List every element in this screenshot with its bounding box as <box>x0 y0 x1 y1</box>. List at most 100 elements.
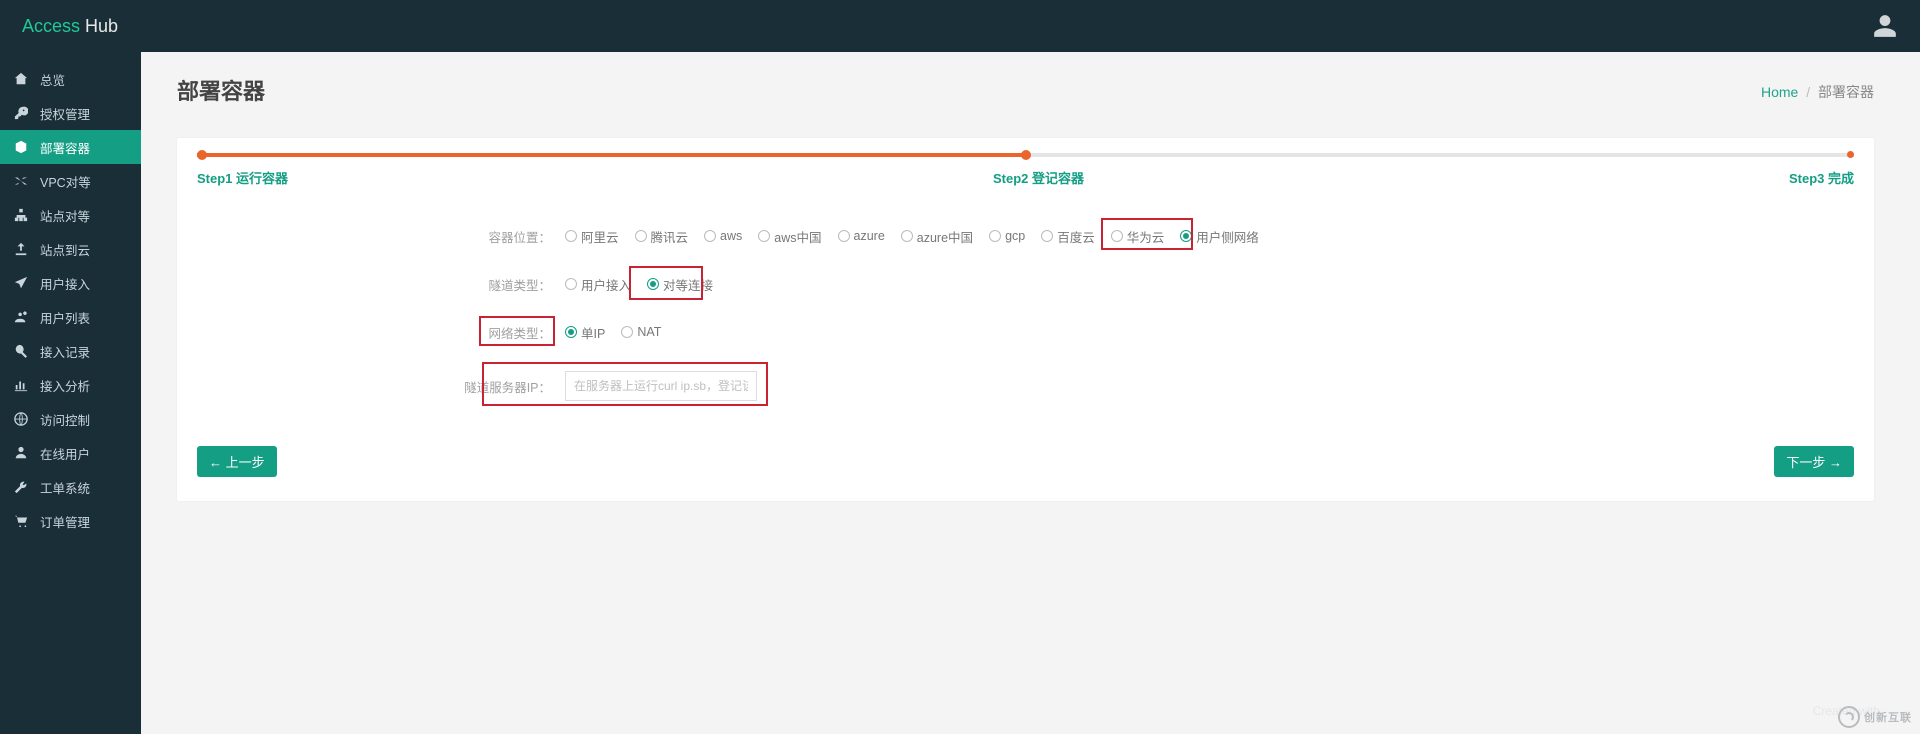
option-label: 用户接入 <box>581 275 631 294</box>
container-location-option-9[interactable]: 用户侧网络 <box>1180 227 1259 246</box>
home-icon <box>14 72 28 86</box>
container-location-option-7[interactable]: 百度云 <box>1041 227 1095 246</box>
radio-icon <box>1041 230 1053 242</box>
step-dot-1[interactable] <box>197 150 207 160</box>
radio-icon <box>1180 230 1192 242</box>
step-dot-3[interactable] <box>1847 151 1854 158</box>
sidebar-item-plane[interactable]: 用户接入 <box>0 266 141 300</box>
container-location-option-4[interactable]: azure <box>838 229 885 243</box>
label-tunnel-type: 隧道类型： <box>197 275 557 294</box>
wrench-icon <box>14 480 28 494</box>
user-account-icon[interactable] <box>1872 13 1898 39</box>
top-bar: Access Hub <box>0 0 1920 52</box>
brand: Access Hub <box>22 16 118 37</box>
sidebar-item-label: 用户列表 <box>40 308 90 327</box>
row-tunnel-server-ip: 隧道服务器IP： <box>197 356 1854 416</box>
container-location-option-0[interactable]: 阿里云 <box>565 227 619 246</box>
prev-step-button[interactable]: ← 上一步 <box>197 446 277 477</box>
breadcrumb-sep: / <box>1806 84 1810 100</box>
breadcrumb-home[interactable]: Home <box>1761 84 1798 100</box>
sidebar-item-home[interactable]: 总览 <box>0 62 141 96</box>
radio-icon <box>758 230 770 242</box>
sidebar-item-label: 用户接入 <box>40 274 90 293</box>
sidebar-item-label: 站点到云 <box>40 240 90 259</box>
radio-icon <box>838 230 850 242</box>
option-label: 对等连接 <box>663 275 713 294</box>
form-panel: Step1 运行容器 Step2 登记容器 Step3 完成 容器位置： 阿里云… <box>177 138 1874 501</box>
container-location-option-5[interactable]: azure中国 <box>901 227 973 246</box>
option-label: 百度云 <box>1057 227 1095 246</box>
option-label: NAT <box>637 325 661 339</box>
brand-plain: Hub <box>80 16 118 36</box>
sitemap-icon <box>14 208 28 222</box>
option-label: azure中国 <box>917 227 973 246</box>
brand-accent: Access <box>22 16 80 36</box>
corner-watermark: 创新互联 <box>1838 706 1912 728</box>
cube-icon <box>14 140 28 154</box>
sidebar-item-label: VPC对等 <box>40 172 91 191</box>
page-title: 部署容器 <box>177 74 265 106</box>
sidebar-item-search[interactable]: 接入记录 <box>0 334 141 368</box>
row-container-location: 容器位置： 阿里云腾讯云 aws aws中国 azure azure中国 gcp 百度云华为… <box>197 212 1854 260</box>
radio-icon <box>565 278 577 290</box>
radio-icon <box>704 230 716 242</box>
option-label: gcp <box>1005 229 1025 243</box>
sidebar-item-sitemap[interactable]: 站点对等 <box>0 198 141 232</box>
container-location-option-8[interactable]: 华为云 <box>1111 227 1165 246</box>
sidebar-item-upload[interactable]: 站点到云 <box>0 232 141 266</box>
sidebar-item-label: 部署容器 <box>40 138 90 157</box>
sidebar-item-label: 授权管理 <box>40 104 90 123</box>
option-label: azure <box>854 229 885 243</box>
main-content: 部署容器 Home / 部署容器 Step1 运行容器 Step2 登记容器 S… <box>141 52 1920 734</box>
watermark-text: 创新互联 <box>1864 709 1912 725</box>
option-label: aws <box>720 229 742 243</box>
step1-label: Step1 运行容器 <box>197 168 288 187</box>
next-step-button[interactable]: 下一步 → <box>1774 446 1854 477</box>
sidebar-item-globe[interactable]: 访问控制 <box>0 402 141 436</box>
sidebar-item-user[interactable]: 在线用户 <box>0 436 141 470</box>
sidebar-item-cart[interactable]: 订单管理 <box>0 504 141 538</box>
sidebar-item-wrench[interactable]: 工单系统 <box>0 470 141 504</box>
watermark-swirl-icon <box>1838 706 1860 728</box>
row-tunnel-type: 隧道类型： 用户接入 对等连接 <box>197 260 1854 308</box>
sidebar-item-users[interactable]: 用户列表 <box>0 300 141 334</box>
radio-icon <box>565 230 577 242</box>
sidebar-item-label: 接入记录 <box>40 342 90 361</box>
container-location-option-6[interactable]: gcp <box>989 229 1025 243</box>
tunnel-type-option-1[interactable]: 对等连接 <box>647 275 713 294</box>
sidebar-item-cube[interactable]: 部署容器 <box>0 130 141 164</box>
network-type-option-1[interactable]: NAT <box>621 325 661 339</box>
breadcrumb: Home / 部署容器 <box>1761 82 1874 102</box>
container-location-option-3[interactable]: aws中国 <box>758 227 821 246</box>
sidebar-item-label: 总览 <box>40 70 65 89</box>
network-type-option-0[interactable]: 单IP <box>565 323 605 342</box>
option-label: 阿里云 <box>581 227 619 246</box>
step-dot-2[interactable] <box>1021 150 1031 160</box>
label-container-location: 容器位置： <box>197 227 557 246</box>
sidebar-item-label: 订单管理 <box>40 512 90 531</box>
container-location-option-2[interactable]: aws <box>704 229 742 243</box>
radio-icon <box>901 230 913 242</box>
sidebar-item-chart[interactable]: 接入分析 <box>0 368 141 402</box>
radio-icon <box>1111 230 1123 242</box>
cart-icon <box>14 514 28 528</box>
option-label: aws中国 <box>774 227 821 246</box>
tunnel-type-option-0[interactable]: 用户接入 <box>565 275 631 294</box>
upload-icon <box>14 242 28 256</box>
sidebar-item-shuffle[interactable]: VPC对等 <box>0 164 141 198</box>
sidebar-item-key[interactable]: 授权管理 <box>0 96 141 130</box>
radio-icon <box>647 278 659 290</box>
radio-icon <box>989 230 1001 242</box>
step2-label: Step2 登记容器 <box>993 168 1084 187</box>
option-label: 单IP <box>581 323 605 342</box>
search-icon <box>14 344 28 358</box>
sidebar-item-label: 站点对等 <box>40 206 90 225</box>
user-icon <box>14 446 28 460</box>
radio-icon <box>621 326 633 338</box>
radio-icon <box>635 230 647 242</box>
stepper: Step1 运行容器 Step2 登记容器 Step3 完成 <box>197 150 1854 190</box>
shuffle-icon <box>14 174 28 188</box>
input-tunnel-server-ip[interactable] <box>565 371 757 401</box>
radio-icon <box>565 326 577 338</box>
container-location-option-1[interactable]: 腾讯云 <box>635 227 689 246</box>
